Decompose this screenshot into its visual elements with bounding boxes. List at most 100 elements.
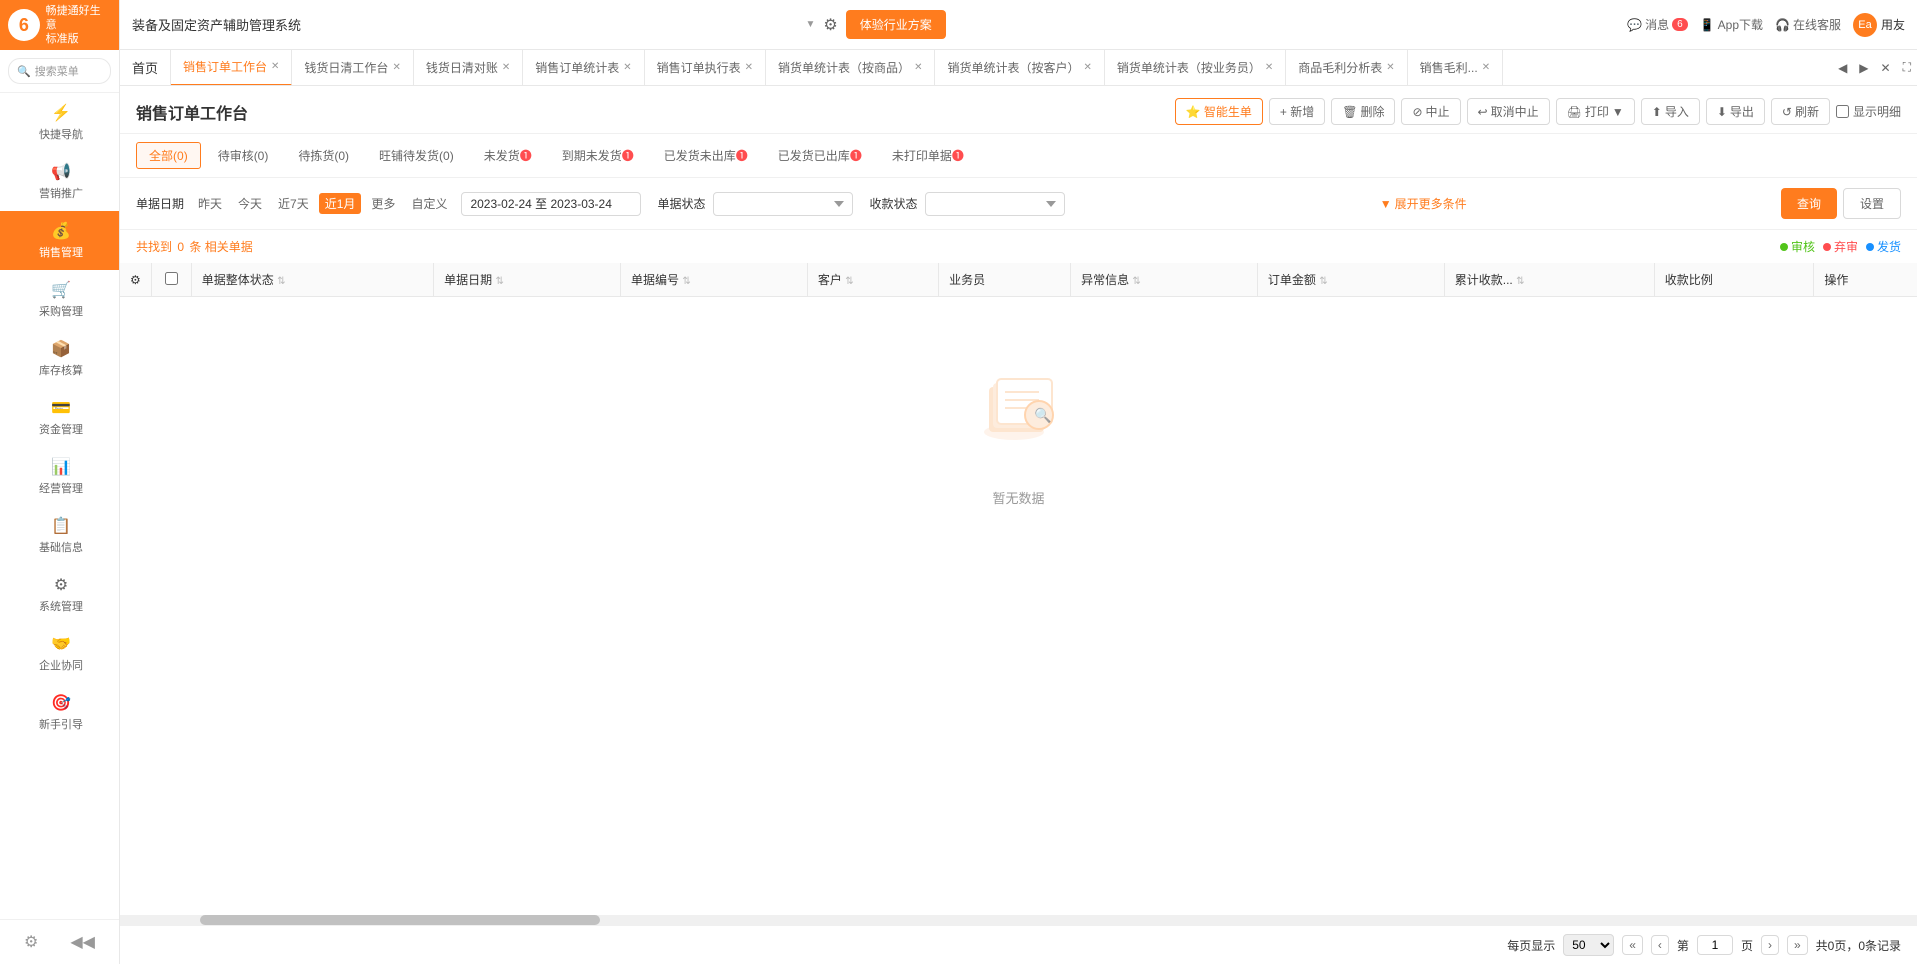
- sidebar-item-inventory[interactable]: 📦 库存核算: [0, 329, 119, 388]
- sidebar-item-marketing[interactable]: 📢 营销推广: [0, 152, 119, 211]
- filter-tab-wangpu-deliver[interactable]: 旺铺待发货(0): [366, 142, 467, 169]
- cancel-stop-button[interactable]: ↩ 取消中止: [1467, 98, 1550, 125]
- tab-close-icon[interactable]: ✕: [1083, 62, 1091, 73]
- tab-close-icon[interactable]: ✕: [1265, 62, 1273, 73]
- system-dropdown-arrow[interactable]: ▼: [805, 19, 815, 30]
- date-btn-custom[interactable]: 自定义: [405, 193, 453, 214]
- tab-close-icon[interactable]: ✕: [745, 62, 753, 73]
- sidebar-item-finance[interactable]: 💳 资金管理: [0, 388, 119, 447]
- message-button[interactable]: 💬 消息 6: [1627, 16, 1688, 33]
- tab-fullscreen-button[interactable]: ⛶: [1897, 56, 1917, 79]
- select-all-checkbox[interactable]: [165, 272, 178, 285]
- sort-icon[interactable]: ⇅: [1516, 276, 1524, 287]
- export-button[interactable]: ⬇ 导出: [1706, 98, 1765, 125]
- sidebar-item-quick-nav[interactable]: ⚡ 快捷导航: [0, 93, 119, 152]
- sidebar-item-purchase[interactable]: 🛒 采购管理: [0, 270, 119, 329]
- tab-sales-customer[interactable]: 销货单统计表（按客户） ✕: [935, 50, 1104, 86]
- date-btn-more[interactable]: 更多: [365, 193, 401, 214]
- delete-button[interactable]: 🗑 删除: [1331, 98, 1395, 125]
- smart-generate-button[interactable]: ⭐ 智能生单: [1175, 98, 1263, 125]
- tab-close-icon[interactable]: ✕: [1482, 62, 1490, 73]
- stop-button[interactable]: ⊘ 中止: [1401, 98, 1460, 125]
- import-button[interactable]: ⬆ 导入: [1641, 98, 1700, 125]
- sort-icon[interactable]: ⇅: [277, 276, 285, 287]
- horizontal-scrollbar[interactable]: [120, 915, 1917, 925]
- show-detail-checkbox[interactable]: [1836, 105, 1849, 118]
- date-range-input[interactable]: [461, 192, 641, 216]
- sort-icon[interactable]: ⇅: [1319, 276, 1327, 287]
- topbar-settings-button[interactable]: ⚙: [823, 15, 837, 35]
- last-page-button[interactable]: »: [1787, 935, 1808, 955]
- filter-tab-not-printed[interactable]: 未打印单据❶: [879, 142, 977, 169]
- date-btn-today[interactable]: 今天: [232, 193, 268, 214]
- revoke-button[interactable]: 弃审: [1823, 238, 1858, 255]
- app-download-button[interactable]: 📱 App下载: [1700, 16, 1763, 33]
- filter-tab-pending-review[interactable]: 待审核(0): [205, 142, 282, 169]
- search-menu-button[interactable]: 🔍 搜索菜单: [8, 58, 111, 84]
- tab-home[interactable]: 首页: [120, 50, 171, 86]
- filter-tab-all[interactable]: 全部(0): [136, 142, 201, 169]
- date-btn-yesterday[interactable]: 昨天: [192, 193, 228, 214]
- sort-icon[interactable]: ⇅: [496, 276, 504, 287]
- show-detail-label[interactable]: 显示明细: [1836, 103, 1901, 120]
- tab-cash-daily[interactable]: 钱货日清工作台 ✕: [292, 50, 413, 86]
- print-dropdown-icon: ▼: [1612, 105, 1624, 119]
- sort-icon[interactable]: ⇅: [845, 276, 853, 287]
- print-button[interactable]: 🖨 打印 ▼: [1556, 98, 1635, 125]
- tab-close-icon[interactable]: ✕: [623, 62, 631, 73]
- date-btn-7days[interactable]: 近7天: [272, 193, 315, 214]
- tab-close-icon[interactable]: ✕: [914, 62, 922, 73]
- sidebar-item-operation[interactable]: 📊 经营管理: [0, 447, 119, 506]
- user-area[interactable]: Ea 用友: [1853, 13, 1905, 37]
- sort-icon[interactable]: ⇅: [1132, 276, 1140, 287]
- tab-sales-workbench[interactable]: 销售订单工作台 ✕: [171, 50, 292, 86]
- payment-select[interactable]: [925, 192, 1065, 216]
- sidebar-item-base[interactable]: 📋 基础信息: [0, 506, 119, 565]
- tab-gross-profit[interactable]: 商品毛利分析表 ✕: [1286, 50, 1407, 86]
- tab-sales-exec[interactable]: 销售订单执行表 ✕: [645, 50, 766, 86]
- sidebar-item-system[interactable]: ⚙ 系统管理: [0, 565, 119, 624]
- th-checkbox[interactable]: [151, 263, 191, 297]
- sidebar-item-sales[interactable]: 💰 销售管理: [0, 211, 119, 270]
- filter-tab-delivered-out[interactable]: 已发货已出库❶: [765, 142, 875, 169]
- collapse-button[interactable]: ◀◀: [66, 928, 99, 956]
- date-btn-1month[interactable]: 近1月: [319, 193, 362, 214]
- tab-sales-salesperson[interactable]: 销货单统计表（按业务员） ✕: [1105, 50, 1286, 86]
- tab-sales-stats[interactable]: 销售订单统计表 ✕: [523, 50, 644, 86]
- filter-tab-not-delivered[interactable]: 未发货❶: [471, 142, 545, 169]
- filter-tab-delivered-not-out[interactable]: 已发货未出库❶: [651, 142, 761, 169]
- tab-sales-gross[interactable]: 销售毛利... ✕: [1408, 50, 1503, 86]
- sidebar-item-guide[interactable]: 🎯 新手引导: [0, 683, 119, 742]
- tab-close-icon[interactable]: ✕: [271, 61, 279, 72]
- first-page-button[interactable]: «: [1622, 935, 1643, 955]
- next-page-button[interactable]: ›: [1761, 935, 1779, 955]
- sidebar-item-enterprise[interactable]: 🤝 企业协同: [0, 624, 119, 683]
- tab-scroll-left-button[interactable]: ◀: [1832, 57, 1853, 79]
- tab-close-icon[interactable]: ✕: [502, 62, 510, 73]
- tab-sales-product[interactable]: 销货单统计表（按商品） ✕: [766, 50, 935, 86]
- deliver-button[interactable]: 发货: [1866, 238, 1901, 255]
- tab-scroll-right-button[interactable]: ▶: [1853, 57, 1874, 79]
- sort-icon[interactable]: ⇅: [682, 276, 690, 287]
- tab-close-icon[interactable]: ✕: [392, 62, 400, 73]
- tab-label: 销售毛利...: [1420, 59, 1478, 76]
- th-config[interactable]: ⚙: [120, 263, 151, 297]
- status-select[interactable]: [713, 192, 853, 216]
- settings-bottom-button[interactable]: ⚙: [20, 928, 42, 956]
- online-service-button[interactable]: 🎧 在线客服: [1775, 16, 1841, 33]
- expand-conditions-button[interactable]: ▼ 展开更多条件: [1380, 195, 1467, 212]
- tab-cash-reconcile[interactable]: 钱货日清对账 ✕: [414, 50, 523, 86]
- add-button[interactable]: + 新增: [1269, 98, 1325, 125]
- page-number-input[interactable]: [1697, 935, 1733, 955]
- search-settings-button[interactable]: 设置: [1843, 188, 1901, 219]
- page-size-select[interactable]: 50 20 100: [1563, 934, 1614, 956]
- tab-close-all-button[interactable]: ✕: [1875, 57, 1897, 79]
- filter-tab-pending-pick[interactable]: 待拣货(0): [285, 142, 362, 169]
- tab-close-icon[interactable]: ✕: [1386, 62, 1394, 73]
- prev-page-button[interactable]: ‹: [1651, 935, 1669, 955]
- query-button[interactable]: 查询: [1781, 188, 1837, 219]
- refresh-button[interactable]: ↺ 刷新: [1771, 98, 1830, 125]
- audit-button[interactable]: 审核: [1780, 238, 1815, 255]
- industry-solution-button[interactable]: 体验行业方案: [846, 10, 946, 39]
- filter-tab-overdue-deliver[interactable]: 到期未发货❶: [549, 142, 647, 169]
